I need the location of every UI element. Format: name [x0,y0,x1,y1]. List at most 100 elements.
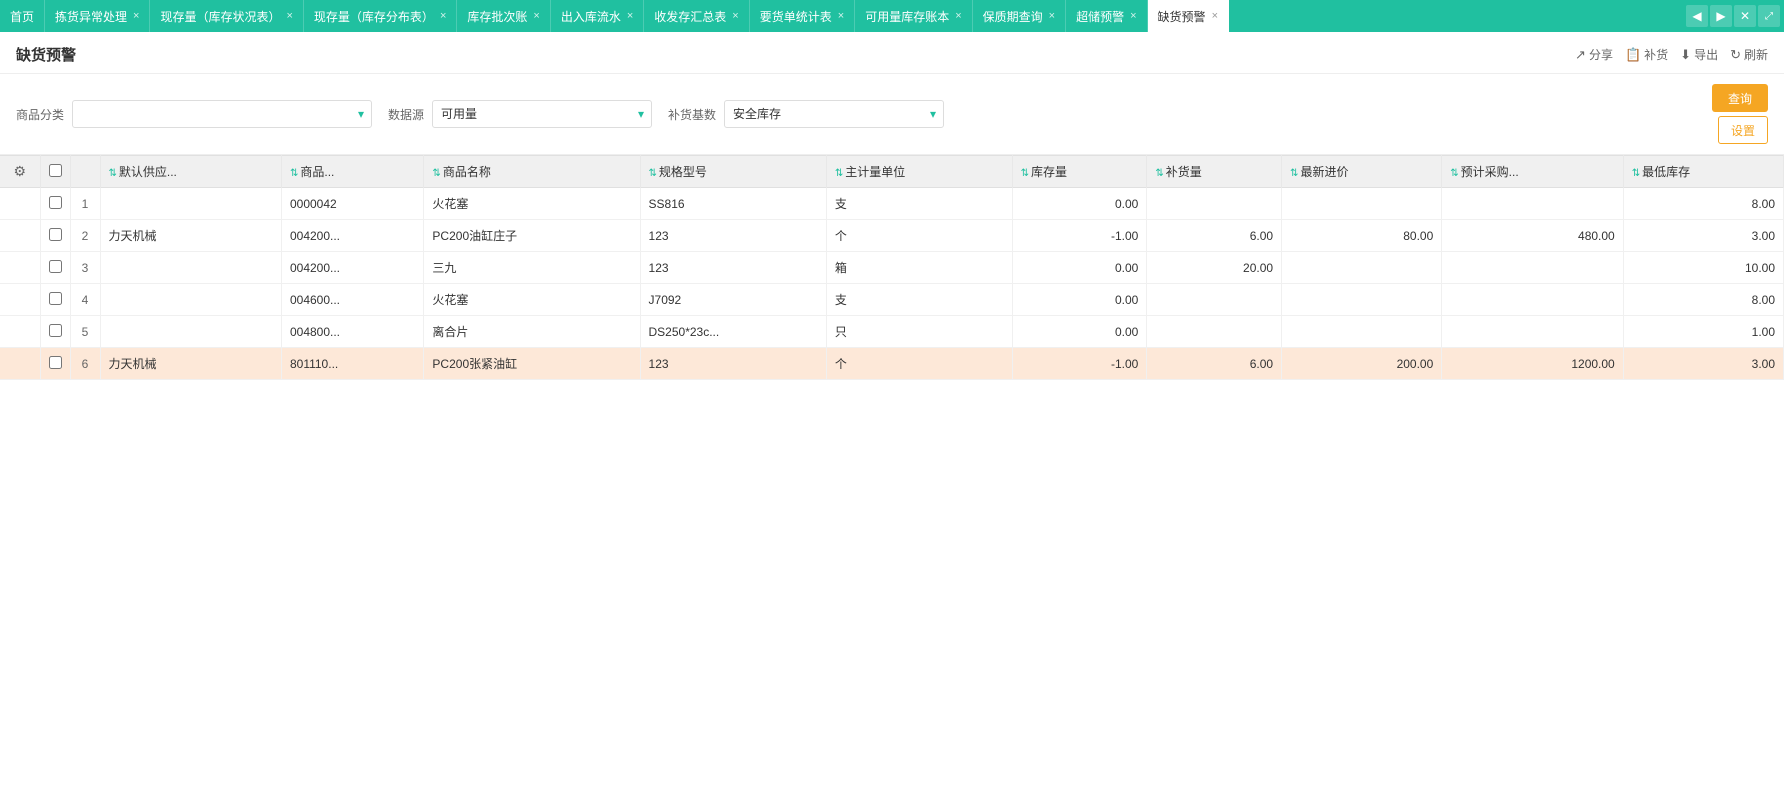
row-stock-cell: 0.00 [1012,188,1147,220]
category-filter-group: 商品分类 [16,100,372,128]
row-checkbox-0[interactable] [49,196,62,209]
row-checkbox-cell[interactable] [40,316,70,348]
table-row[interactable]: 5 004800... 离合片 DS250*23c... 只 0.00 1.00 [0,316,1784,348]
tab-item-3[interactable]: 现存量（库存分布表） × [304,0,457,32]
replenish-base-select[interactable]: 安全库存 最低库存 最高库存 [724,100,944,128]
refresh-label: 刷新 [1744,46,1768,63]
tab-close-9[interactable]: × [1049,10,1055,22]
row-goods-code-cell: 004200... [281,220,423,252]
row-checkbox-3[interactable] [49,292,62,305]
tab-close-10[interactable]: × [1130,10,1136,22]
row-spec-cell: SS816 [640,188,826,220]
row-latest-price-cell [1282,284,1442,316]
share-icon: ↗ [1575,47,1586,63]
tab-fullscreen-button[interactable]: ⤢ [1758,5,1780,27]
tab-item-2[interactable]: 现存量（库存状况表） × [150,0,303,32]
refresh-button[interactable]: ↻ 刷新 [1730,46,1768,63]
tab-label-6: 收发存汇总表 [654,8,726,25]
th-supplier[interactable]: ⇅默认供应... [100,156,281,188]
tab-next-button[interactable]: ▶ [1710,5,1732,27]
th-stock[interactable]: ⇅库存量 [1012,156,1147,188]
row-checkbox-cell[interactable] [40,188,70,220]
export-button[interactable]: ⬇ 导出 [1680,46,1718,63]
tab-close-8[interactable]: × [955,10,961,22]
tab-item-4[interactable]: 库存批次账 × [457,0,550,32]
table-row[interactable]: 4 004600... 火花塞 J7092 支 0.00 8.00 [0,284,1784,316]
tab-item-1[interactable]: 拣货异常处理 × [45,0,150,32]
replenish-base-select-wrapper: 安全库存 最低库存 最高库存 [724,100,944,128]
tab-label-10: 超储预警 [1076,8,1124,25]
gear-icon[interactable]: ⚙ [13,163,26,179]
share-button[interactable]: ↗ 分享 [1575,46,1613,63]
table-row[interactable]: 2 力天机械 004200... PC200油缸庄子 123 个 -1.00 6… [0,220,1784,252]
tab-item-10[interactable]: 超储预警 × [1066,0,1147,32]
th-gear[interactable]: ⚙ [0,156,40,188]
row-checkbox-cell[interactable] [40,348,70,380]
tab-close-4[interactable]: × [533,10,539,22]
row-num-cell: 1 [70,188,100,220]
tab-close-11[interactable]: × [1212,10,1218,22]
tab-close-3[interactable]: × [440,10,446,22]
export-label: 导出 [1694,46,1718,63]
tab-close-2[interactable]: × [286,10,292,22]
select-all-checkbox[interactable] [49,164,62,177]
settings-button[interactable]: 设置 [1718,116,1768,144]
row-supplier-cell [100,188,281,220]
replenish-base-filter-group: 补货基数 安全库存 最低库存 最高库存 [668,100,944,128]
datasource-select[interactable]: 可用量 库存量 [432,100,652,128]
table-row[interactable]: 6 力天机械 801110... PC200张紧油缸 123 个 -1.00 6… [0,348,1784,380]
row-num-cell: 5 [70,316,100,348]
tab-label-9: 保质期查询 [983,8,1043,25]
row-goods-code-cell: 801110... [281,348,423,380]
row-goods-code-cell: 004600... [281,284,423,316]
datasource-select-wrapper: 可用量 库存量 [432,100,652,128]
query-button[interactable]: 查询 [1712,84,1768,112]
tab-item-9[interactable]: 保质期查询 × [973,0,1066,32]
th-min-stock[interactable]: ⇅最低库存 [1623,156,1783,188]
tab-close-7[interactable]: × [838,10,844,22]
th-replenish[interactable]: ⇅补货量 [1147,156,1282,188]
row-checkbox-4[interactable] [49,324,62,337]
th-goods-name[interactable]: ⇅商品名称 [424,156,640,188]
row-checkbox-cell[interactable] [40,220,70,252]
th-unit[interactable]: ⇅主计量单位 [826,156,1012,188]
row-num-cell: 2 [70,220,100,252]
row-checkbox-5[interactable] [49,356,62,369]
tab-item-11[interactable]: 缺货预警 × [1148,0,1229,32]
tab-close-all-button[interactable]: ✕ [1734,5,1756,27]
row-replenish-cell: 20.00 [1147,252,1282,284]
row-min-stock-cell: 3.00 [1623,220,1783,252]
category-select[interactable] [72,100,372,128]
table-body: 1 0000042 火花塞 SS816 支 0.00 8.00 2 力天机械 0… [0,188,1784,380]
sort-icon-7: ⇅ [1155,168,1163,179]
table-row[interactable]: 3 004200... 三九 123 箱 0.00 20.00 10.00 [0,252,1784,284]
row-checkbox-cell[interactable] [40,284,70,316]
tab-item-7[interactable]: 要货单统计表 × [750,0,855,32]
tab-item-6[interactable]: 收发存汇总表 × [644,0,749,32]
row-checkbox-1[interactable] [49,228,62,241]
tab-item-5[interactable]: 出入库流水 × [551,0,644,32]
tab-item-0[interactable]: 首页 [0,0,45,32]
row-replenish-cell: 6.00 [1147,220,1282,252]
row-gear-cell [0,188,40,220]
tab-close-1[interactable]: × [133,10,139,22]
table-row[interactable]: 1 0000042 火花塞 SS816 支 0.00 8.00 [0,188,1784,220]
tab-label-11: 缺货预警 [1158,8,1206,25]
row-spec-cell: 123 [640,348,826,380]
tab-close-6[interactable]: × [732,10,738,22]
th-est-purchase[interactable]: ⇅预计采购... [1442,156,1623,188]
th-spec[interactable]: ⇅规格型号 [640,156,826,188]
th-latest-price[interactable]: ⇅最新进价 [1282,156,1442,188]
tab-item-8[interactable]: 可用量库存账本 × [855,0,972,32]
th-goods-code[interactable]: ⇅商品... [281,156,423,188]
row-unit-cell: 支 [826,188,1012,220]
tab-close-5[interactable]: × [627,10,633,22]
row-checkbox-2[interactable] [49,260,62,273]
row-supplier-cell: 力天机械 [100,348,281,380]
replenish-label: 补货 [1644,46,1668,63]
tab-prev-button[interactable]: ◀ [1686,5,1708,27]
datasource-filter-label: 数据源 [388,106,424,123]
replenish-button[interactable]: 📋 补货 [1625,46,1668,63]
tab-bar: 首页拣货异常处理 ×现存量（库存状况表） ×现存量（库存分布表） ×库存批次账 … [0,0,1784,32]
row-checkbox-cell[interactable] [40,252,70,284]
